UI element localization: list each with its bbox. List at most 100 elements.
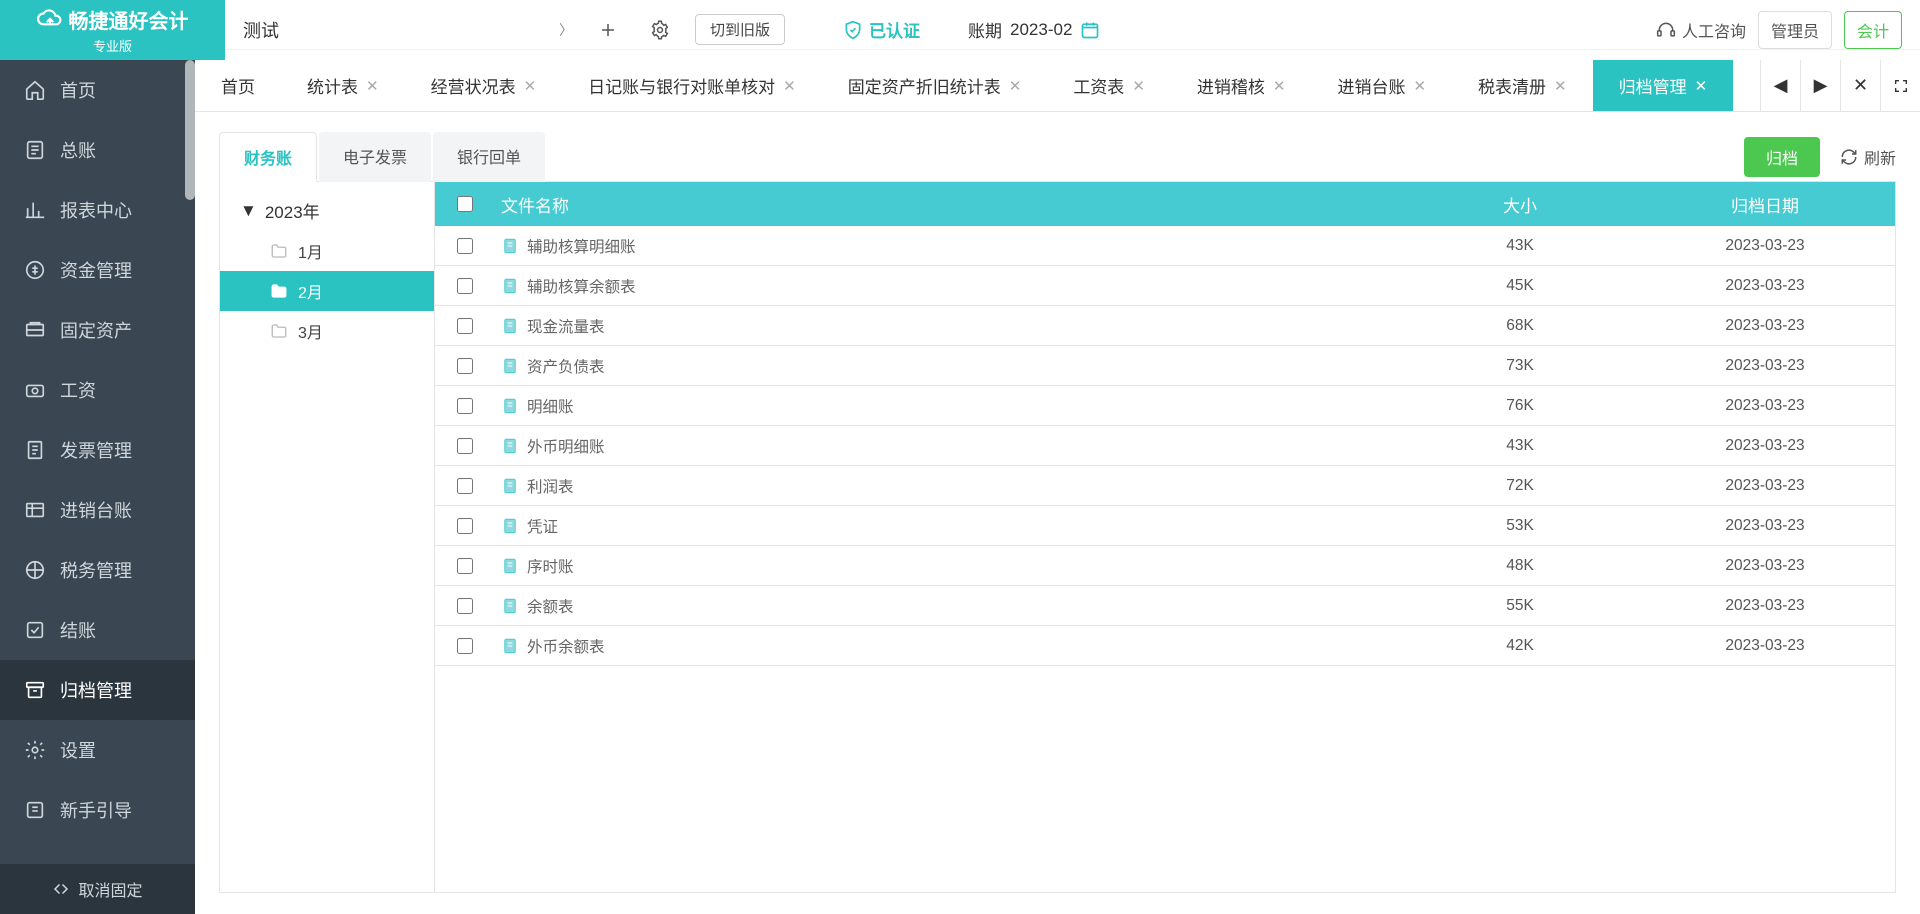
sidebar-item-money[interactable]: 资金管理: [0, 240, 195, 300]
file-size: 55K: [1405, 597, 1635, 615]
sidebar-item-label: 新手引导: [60, 797, 132, 823]
col-header-size: 大小: [1405, 192, 1635, 217]
sidebar-item-archive[interactable]: 归档管理: [0, 660, 195, 720]
switch-old-version-button[interactable]: 切到旧版: [695, 14, 785, 45]
sidebar-item-ledger[interactable]: 总账: [0, 120, 195, 180]
refresh-button[interactable]: 刷新: [1840, 145, 1896, 169]
shield-check-icon: [843, 20, 863, 40]
role-admin-button[interactable]: 管理员: [1758, 11, 1832, 49]
table-row[interactable]: 资产负债表 73K 2023-03-23: [435, 346, 1895, 386]
pin-collapse-icon: [52, 880, 70, 898]
select-all-checkbox[interactable]: [457, 196, 473, 212]
close-icon[interactable]: ✕: [1554, 77, 1567, 95]
sidebar-item-asset[interactable]: 固定资产: [0, 300, 195, 360]
tab-进销稽核[interactable]: 进销稽核✕: [1171, 60, 1312, 111]
table-row[interactable]: 现金流量表 68K 2023-03-23: [435, 306, 1895, 346]
row-checkbox[interactable]: [457, 638, 473, 654]
table-row[interactable]: 序时账 48K 2023-03-23: [435, 546, 1895, 586]
tree-month-1月[interactable]: 1月: [220, 231, 434, 271]
tabs-close-all[interactable]: ✕: [1840, 60, 1880, 112]
sidebar-item-guide[interactable]: 新手引导: [0, 780, 195, 840]
close-icon[interactable]: ✕: [524, 77, 537, 95]
row-checkbox[interactable]: [457, 478, 473, 494]
table-row[interactable]: 利润表 72K 2023-03-23: [435, 466, 1895, 506]
tab-工资表[interactable]: 工资表✕: [1047, 60, 1171, 111]
tree-year-node[interactable]: ▼ 2023年: [220, 190, 434, 231]
row-checkbox[interactable]: [457, 558, 473, 574]
settings-button[interactable]: [643, 13, 677, 47]
brand-subtitle: 专业版: [93, 36, 132, 55]
tab-统计表[interactable]: 统计表✕: [281, 60, 405, 111]
close-icon[interactable]: ✕: [1009, 77, 1022, 95]
support-button[interactable]: 人工咨询: [1656, 18, 1746, 42]
row-checkbox[interactable]: [457, 278, 473, 294]
sidebar-item-home[interactable]: 首页: [0, 60, 195, 120]
period-value: 2023-02: [1010, 20, 1072, 40]
table-row[interactable]: 辅助核算明细账 43K 2023-03-23: [435, 226, 1895, 266]
tab-经营状况表[interactable]: 经营状况表 ✕: [405, 60, 563, 111]
table-row[interactable]: 辅助核算余额表 45K 2023-03-23: [435, 266, 1895, 306]
row-checkbox[interactable]: [457, 518, 473, 534]
tab-固定资产折旧统计表[interactable]: 固定资产折旧统计表✕: [822, 60, 1048, 111]
role-accountant-button[interactable]: 会计: [1844, 11, 1902, 49]
file-name: 明细账: [527, 395, 574, 417]
folder-icon: [270, 242, 288, 260]
close-icon[interactable]: ✕: [1132, 77, 1145, 95]
close-icon[interactable]: ✕: [366, 77, 379, 95]
sidebar-item-salary[interactable]: 工资: [0, 360, 195, 420]
headset-icon: [1656, 20, 1676, 40]
row-checkbox[interactable]: [457, 598, 473, 614]
gear-icon: [650, 20, 670, 40]
tab-首页[interactable]: 首页: [195, 60, 281, 111]
close-icon[interactable]: ✕: [1695, 77, 1708, 95]
file-icon: [501, 597, 519, 615]
row-checkbox[interactable]: [457, 318, 473, 334]
table-row[interactable]: 余额表 55K 2023-03-23: [435, 586, 1895, 626]
account-set-selector[interactable]: 测试 〉: [243, 17, 573, 43]
file-date: 2023-03-23: [1635, 637, 1895, 655]
tree-month-2月[interactable]: 2月: [220, 271, 434, 311]
subtab-财务账[interactable]: 财务账: [219, 132, 317, 182]
tab-税表清册[interactable]: 税表清册 ✕: [1452, 60, 1593, 111]
tab-label: 经营状况表: [431, 73, 516, 98]
table-row[interactable]: 外币明细账 43K 2023-03-23: [435, 426, 1895, 466]
sidebar-item-tax[interactable]: 税务管理: [0, 540, 195, 600]
row-checkbox[interactable]: [457, 358, 473, 374]
file-size: 72K: [1405, 477, 1635, 495]
close-icon[interactable]: ✕: [1413, 77, 1426, 95]
gear-icon: [24, 739, 46, 761]
close-icon[interactable]: ✕: [783, 77, 796, 95]
tabs-fullscreen[interactable]: [1880, 60, 1920, 112]
close-icon[interactable]: ✕: [1273, 77, 1286, 95]
tabs-scroll-left[interactable]: ◀: [1760, 60, 1800, 112]
add-button[interactable]: [591, 13, 625, 47]
subtab-电子发票[interactable]: 电子发票: [319, 132, 431, 182]
content-area: 财务账电子发票银行回单 归档 刷新 ▼ 2023年 1月2月3月 文件名称 大小…: [195, 112, 1920, 914]
archive-button[interactable]: 归档: [1744, 137, 1820, 177]
period-selector[interactable]: 账期 2023-02: [968, 17, 1100, 42]
row-checkbox[interactable]: [457, 238, 473, 254]
file-name: 现金流量表: [527, 315, 605, 337]
sidebar-item-invoice[interactable]: 发票管理: [0, 420, 195, 480]
tab-归档管理[interactable]: 归档管理✕: [1593, 60, 1734, 111]
sidebar-item-chart[interactable]: 报表中心: [0, 180, 195, 240]
row-checkbox[interactable]: [457, 398, 473, 414]
table-row[interactable]: 外币余额表 42K 2023-03-23: [435, 626, 1895, 666]
sidebar-item-psi[interactable]: 进销台账: [0, 480, 195, 540]
table-row[interactable]: 明细账 76K 2023-03-23: [435, 386, 1895, 426]
tree-month-3月[interactable]: 3月: [220, 311, 434, 351]
sidebar-scrollbar[interactable]: [185, 60, 195, 200]
folder-icon: [270, 322, 288, 340]
tab-label: 税表清册: [1478, 73, 1546, 98]
row-checkbox[interactable]: [457, 438, 473, 454]
sidebar-item-close[interactable]: 结账: [0, 600, 195, 660]
file-date: 2023-03-23: [1635, 237, 1895, 255]
file-size: 73K: [1405, 357, 1635, 375]
sidebar-item-gear[interactable]: 设置: [0, 720, 195, 780]
tabs-scroll-right[interactable]: ▶: [1800, 60, 1840, 112]
subtab-银行回单[interactable]: 银行回单: [433, 132, 545, 182]
table-row[interactable]: 凭证 53K 2023-03-23: [435, 506, 1895, 546]
tab-进销台账[interactable]: 进销台账✕: [1311, 60, 1452, 111]
sidebar-pin-toggle[interactable]: 取消固定: [0, 864, 195, 914]
tab-日记账与银行对账单核对[interactable]: 日记账与银行对账单核对✕: [562, 60, 822, 111]
